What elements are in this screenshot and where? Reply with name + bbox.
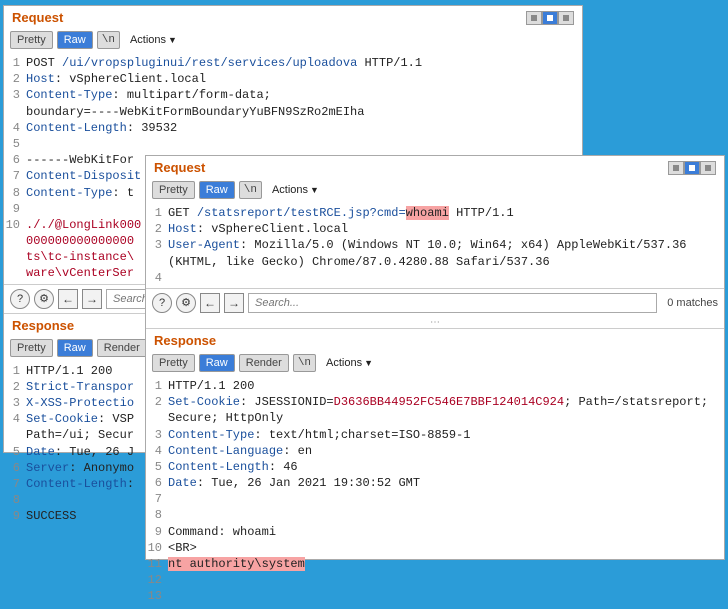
request-footer: ? ⚙ ← → 0 matches	[146, 288, 724, 317]
gear-icon[interactable]: ⚙	[34, 289, 54, 309]
splitter-dots[interactable]: ⋯	[146, 317, 724, 328]
layout-btn-2[interactable]	[684, 161, 700, 175]
actions-button[interactable]: Actions ▼	[124, 32, 183, 48]
request-toolbar: Pretty Raw \n Actions ▼	[146, 179, 724, 203]
raw-button[interactable]: Raw	[57, 31, 93, 49]
search-input[interactable]	[248, 293, 657, 313]
match-count: 0 matches	[661, 297, 718, 309]
gear-icon[interactable]: ⚙	[176, 293, 196, 313]
panel-exec: Request Pretty Raw \n Actions ▼ 1GET /st…	[145, 155, 725, 560]
layout-btn-2[interactable]	[542, 11, 558, 25]
layout-btn-1[interactable]	[668, 161, 684, 175]
pretty-button[interactable]: Pretty	[10, 339, 53, 357]
render-button[interactable]: Render	[97, 339, 147, 357]
newline-button[interactable]: \n	[97, 31, 120, 49]
response-code[interactable]: 1HTTP/1.1 200 2Set-Cookie: JSESSIONID=D3…	[146, 376, 724, 607]
pretty-button[interactable]: Pretty	[10, 31, 53, 49]
pretty-button[interactable]: Pretty	[152, 354, 195, 372]
response-title: Response	[12, 318, 74, 333]
chevron-down-icon: ▼	[168, 35, 177, 45]
next-button[interactable]: →	[224, 293, 244, 313]
newline-button[interactable]: \n	[293, 354, 316, 372]
layout-buttons	[526, 11, 574, 25]
chevron-down-icon: ▼	[364, 358, 373, 368]
response-title: Response	[154, 333, 216, 348]
actions-button[interactable]: Actions ▼	[266, 182, 325, 198]
next-button[interactable]: →	[82, 289, 102, 309]
request-toolbar: Pretty Raw \n Actions ▼	[4, 29, 582, 53]
raw-button[interactable]: Raw	[199, 354, 235, 372]
layout-btn-1[interactable]	[526, 11, 542, 25]
help-icon[interactable]: ?	[152, 293, 172, 313]
raw-button[interactable]: Raw	[57, 339, 93, 357]
layout-buttons	[668, 161, 716, 175]
layout-btn-3[interactable]	[558, 11, 574, 25]
help-icon[interactable]: ?	[10, 289, 30, 309]
layout-btn-3[interactable]	[700, 161, 716, 175]
newline-button[interactable]: \n	[239, 181, 262, 199]
prev-button[interactable]: ←	[58, 289, 78, 309]
raw-button[interactable]: Raw	[199, 181, 235, 199]
chevron-down-icon: ▼	[310, 185, 319, 195]
request-code[interactable]: 1GET /statsreport/testRCE.jsp?cmd=whoami…	[146, 203, 724, 288]
request-title: Request	[154, 160, 205, 175]
actions-button[interactable]: Actions ▼	[320, 355, 379, 371]
response-toolbar: Pretty Raw Render \n Actions ▼	[146, 352, 724, 376]
prev-button[interactable]: ←	[200, 293, 220, 313]
request-title: Request	[12, 10, 63, 25]
render-button[interactable]: Render	[239, 354, 289, 372]
pretty-button[interactable]: Pretty	[152, 181, 195, 199]
